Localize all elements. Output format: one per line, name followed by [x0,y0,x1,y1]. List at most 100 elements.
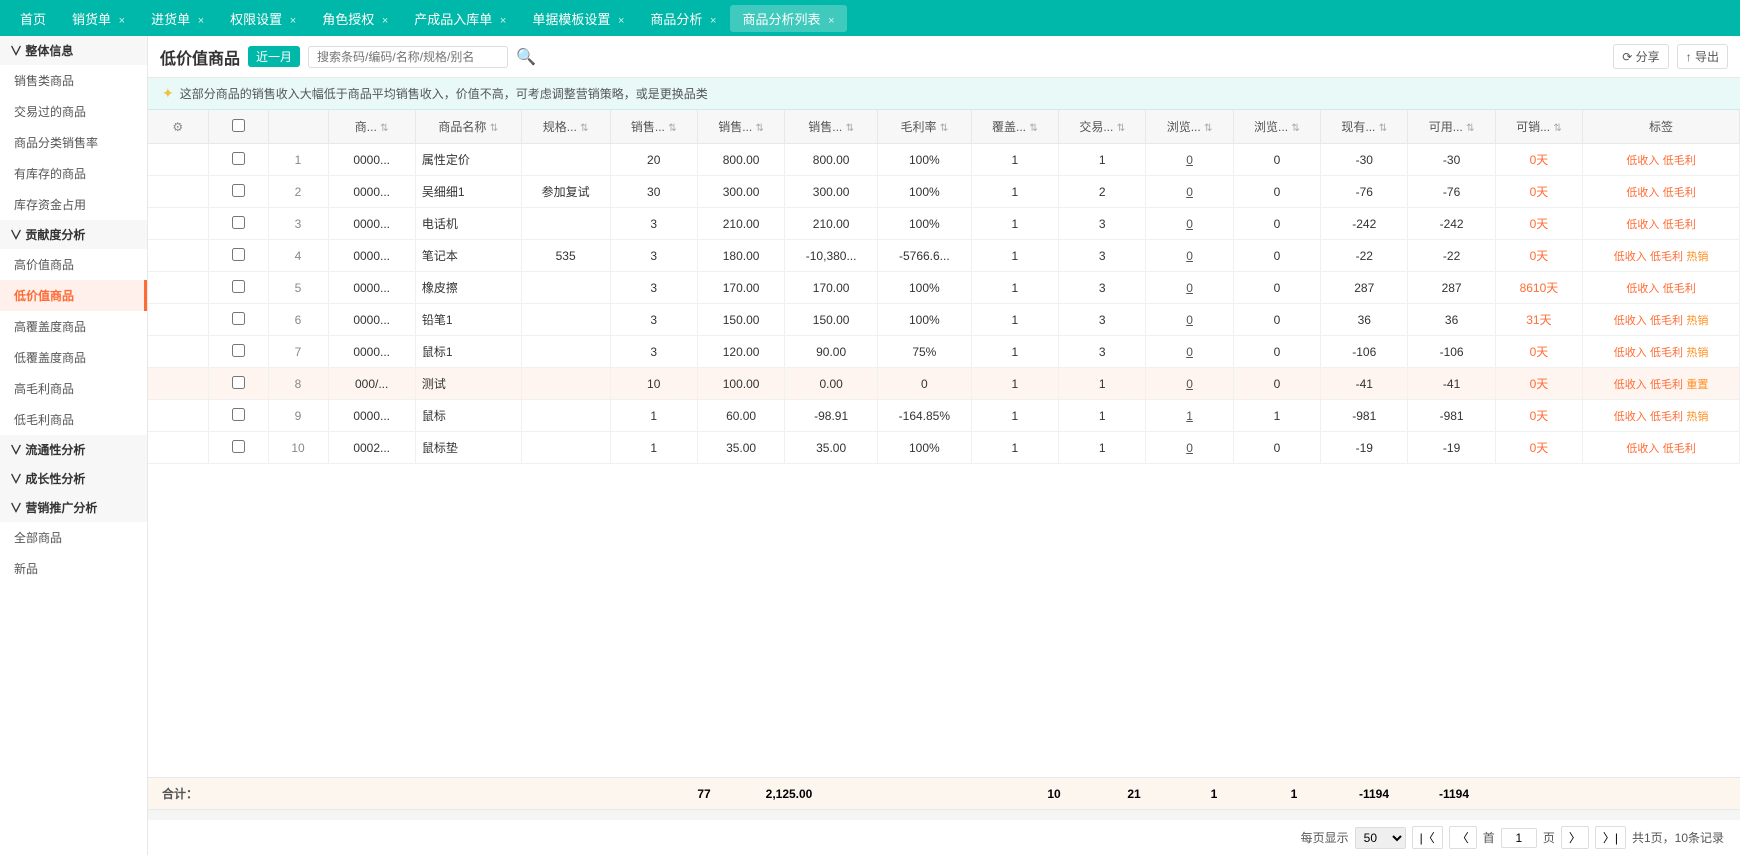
browse-link[interactable]: 0 [1186,345,1193,359]
td-name[interactable]: 鼠标 [415,400,521,432]
prev-page-button[interactable]: 〈 [1449,826,1477,849]
td-checkbox[interactable] [208,336,268,368]
page-input[interactable] [1501,828,1537,848]
th-spec[interactable]: 规格... ⇅ [521,110,610,144]
nav-permission[interactable]: 权限设置 × [218,5,308,32]
scroll-bar[interactable] [148,810,1740,820]
sidebar-item-new-products[interactable]: 新品 [0,553,147,584]
td-browse1[interactable]: 0 [1146,336,1233,368]
close-icon[interactable]: × [290,15,296,27]
sidebar-item-traded-products[interactable]: 交易过的商品 [0,96,147,127]
share-button[interactable]: ⟳ 分享 [1613,44,1668,69]
browse-link[interactable]: 0 [1186,153,1193,167]
per-page-select[interactable]: 50 100 [1355,827,1406,849]
td-checkbox[interactable] [208,272,268,304]
sidebar-item-inventory-fund[interactable]: 库存资金占用 [0,189,147,220]
nav-template[interactable]: 单据模板设置 × [520,5,636,32]
browse-link[interactable]: 0 [1186,217,1193,231]
td-checkbox[interactable] [208,400,268,432]
last-page-button[interactable]: 〉| [1595,826,1626,849]
row-checkbox[interactable] [232,216,245,229]
th-tags[interactable]: 标签 [1583,110,1740,144]
sidebar-item-category-sales-rate[interactable]: 商品分类销售率 [0,127,147,158]
tag-badge[interactable]: 低毛利 [1650,347,1683,359]
table-container[interactable]: ⚙ 商... ⇅ 商品名称 ⇅ 规格... ⇅ 销售... ⇅ 销售... ⇅ … [148,110,1740,777]
tag-badge[interactable]: 低毛利 [1663,187,1696,199]
tag-badge[interactable]: 低毛利 [1663,283,1696,295]
td-name[interactable]: 吴细细1 [415,176,521,208]
th-name[interactable]: 商品名称 ⇅ [415,110,521,144]
nav-sales-order[interactable]: 销货单 × [60,5,137,32]
filter-tag-month[interactable]: 近一月 [248,46,300,67]
row-checkbox[interactable] [232,152,245,165]
close-icon[interactable]: × [198,15,204,27]
nav-purchase-order[interactable]: 进货单 × [139,5,216,32]
th-current-stock[interactable]: 现有... ⇅ [1321,110,1408,144]
tag-badge[interactable]: 低毛利 [1663,443,1696,455]
th-code[interactable]: 商... ⇅ [328,110,415,144]
td-name[interactable]: 测试 [415,368,521,400]
sidebar-group-overall[interactable]: ∨ 整体信息 [0,36,147,65]
browse-link[interactable]: 0 [1186,377,1193,391]
nav-product-warehouse[interactable]: 产成品入库单 × [402,5,518,32]
sidebar-item-high-coverage[interactable]: 高覆盖度商品 [0,311,147,342]
th-settings[interactable]: ⚙ [148,110,208,144]
tag-badge[interactable]: 热销 [1686,315,1708,327]
td-browse1[interactable]: 1 [1146,400,1233,432]
sidebar-group-contribution[interactable]: ∨ 贡献度分析 [0,220,147,249]
select-all-checkbox[interactable] [232,119,245,132]
td-browse1[interactable]: 0 [1146,208,1233,240]
td-browse1[interactable]: 0 [1146,368,1233,400]
td-browse1[interactable]: 0 [1146,176,1233,208]
td-browse1[interactable]: 0 [1146,240,1233,272]
tag-badge[interactable]: 低收入 [1626,443,1659,455]
td-checkbox[interactable] [208,432,268,464]
td-browse1[interactable]: 0 [1146,432,1233,464]
row-checkbox[interactable] [232,312,245,325]
row-checkbox[interactable] [232,440,245,453]
sidebar-item-high-margin[interactable]: 高毛利商品 [0,373,147,404]
sidebar-item-sales-products[interactable]: 销售类商品 [0,65,147,96]
close-icon[interactable]: × [618,15,624,27]
row-checkbox[interactable] [232,248,245,261]
th-checkbox[interactable] [208,110,268,144]
th-browse2[interactable]: 浏览... ⇅ [1233,110,1320,144]
td-name[interactable]: 橡皮擦 [415,272,521,304]
browse-link[interactable]: 1 [1186,409,1193,423]
td-name[interactable]: 铅笔1 [415,304,521,336]
nav-home[interactable]: 首页 [8,5,58,32]
browse-link[interactable]: 0 [1186,185,1193,199]
nav-role-auth[interactable]: 角色授权 × [310,5,400,32]
sidebar-item-stocked-products[interactable]: 有库存的商品 [0,158,147,189]
tag-badge[interactable]: 低毛利 [1650,411,1683,423]
close-icon[interactable]: × [828,15,834,27]
tag-badge[interactable]: 低收入 [1614,251,1647,263]
td-checkbox[interactable] [208,368,268,400]
td-browse1[interactable]: 0 [1146,272,1233,304]
browse-link[interactable]: 0 [1186,281,1193,295]
th-sellable[interactable]: 可销... ⇅ [1495,110,1582,144]
tag-badge[interactable]: 低毛利 [1650,251,1683,263]
first-page-button[interactable]: |〈 [1412,826,1443,849]
tag-badge[interactable]: 低收入 [1614,315,1647,327]
close-icon[interactable]: × [119,15,125,27]
next-page-button[interactable]: 〉 [1561,826,1589,849]
tag-badge[interactable]: 低收入 [1614,347,1647,359]
search-input[interactable] [308,46,508,68]
row-checkbox[interactable] [232,184,245,197]
td-name[interactable]: 鼠标垫 [415,432,521,464]
close-icon[interactable]: × [382,15,388,27]
th-transactions[interactable]: 交易... ⇅ [1059,110,1146,144]
td-checkbox[interactable] [208,144,268,176]
close-icon[interactable]: × [500,15,506,27]
browse-link[interactable]: 0 [1186,313,1193,327]
settings-icon[interactable]: ⚙ [172,120,183,134]
tag-badge[interactable]: 热销 [1686,347,1708,359]
td-name[interactable]: 属性定价 [415,144,521,176]
tag-badge[interactable]: 低毛利 [1663,219,1696,231]
td-name[interactable]: 电话机 [415,208,521,240]
th-sales-profit[interactable]: 销售... ⇅ [785,110,878,144]
th-sales-amount[interactable]: 销售... ⇅ [697,110,784,144]
sidebar-item-low-margin[interactable]: 低毛利商品 [0,404,147,435]
tag-badge[interactable]: 低收入 [1626,283,1659,295]
